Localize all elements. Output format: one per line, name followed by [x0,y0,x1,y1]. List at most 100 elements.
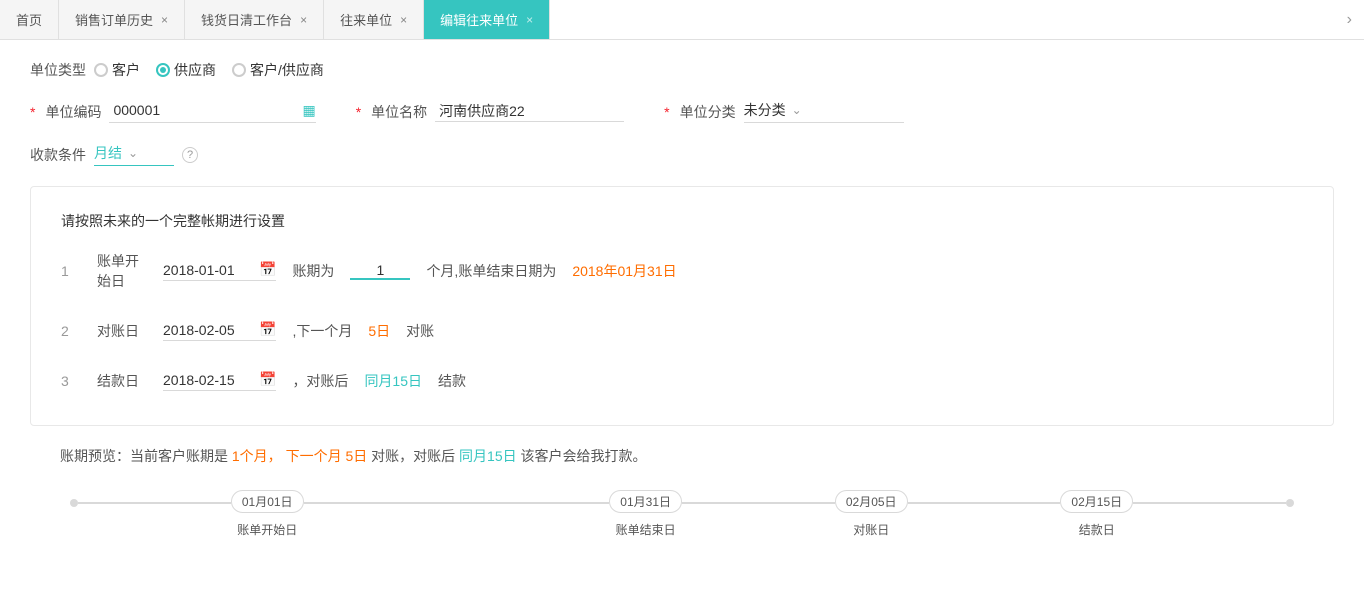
start-dot-circle [70,499,78,507]
timeline-label-3: 对账日 [853,521,889,538]
period-row-2-calendar-icon[interactable]: 📅 [259,321,276,338]
timeline-badge-1: 01月01日 [231,490,304,513]
radio-supplier[interactable]: 供应商 [156,60,216,80]
timeline-container: 01月01日 账单开始日 01月31日 账单结束日 02月05日 对账日 [30,490,1334,538]
period-row-2-date-field[interactable] [163,322,253,338]
page-content: 单位类型 客户 供应商 客户/供应商 * 单位编码 [0,40,1364,608]
timeline-badge-2: 01月31日 [609,490,682,513]
timeline-end-dot [1286,490,1294,507]
timeline-segment-2 [304,490,610,504]
radio-customer-supplier[interactable]: 客户/供应商 [232,60,324,80]
period-row-2-next-label: ,下一个月 [292,321,352,341]
payment-terms-field: 收款条件 月结 ⌄ ? [30,143,198,166]
timeline-line-1 [78,502,231,504]
timeline-label-2: 账单结束日 [616,521,676,538]
period-row-2-label: 对账日 [97,321,147,341]
payment-terms-dropdown-icon: ⌄ [128,146,138,160]
payment-terms-value: 月结 [94,143,122,163]
timeline-segment-3 [682,490,835,504]
unit-category-required: * [664,104,669,120]
tab-home[interactable]: 首页 [0,0,59,39]
period-row-2-suffix: 对账 [406,321,434,341]
unit-code-required: * [30,104,35,120]
tab-partner-unit-label: 往来单位 [340,10,392,29]
unit-name-input[interactable] [435,101,624,122]
unit-code-input[interactable] [109,100,298,120]
radio-supplier-label: 供应商 [174,60,216,80]
timeline-line-4 [908,502,1061,504]
radio-customer-supplier-label: 客户/供应商 [250,60,324,80]
unit-category-value: 未分类 [744,100,786,120]
tab-edit-partner[interactable]: 编辑往来单位 × [424,0,550,39]
unit-category-label: 单位分类 [680,102,736,122]
unit-code-label: 单位编码 [45,102,101,122]
tab-cash-work[interactable]: 钱货日清工作台 × [185,0,324,39]
timeline-badge-4: 02月15日 [1060,490,1133,513]
unit-name-field: * 单位名称 [356,101,624,122]
unit-code-picker-icon[interactable]: ▦ [302,102,315,119]
unit-type-radio-group: 客户 供应商 客户/供应商 [94,60,324,80]
timeline-start-dot [70,490,78,507]
timeline-segment-4 [908,490,1061,504]
tab-sales-history[interactable]: 销售订单历史 × [59,0,185,39]
radio-customer-circle [94,63,108,77]
timeline-label-1: 账单开始日 [237,521,297,538]
preview-section: 账期预览：当前客户账期是 1个月， 下一个月 5日 对账，对账后 同月15日 该… [30,446,1334,538]
tab-partner-unit[interactable]: 往来单位 × [324,0,424,39]
tab-sales-history-label: 销售订单历史 [75,10,153,29]
tab-partner-unit-close[interactable]: × [400,13,407,27]
tabs-bar: 首页 销售订单历史 × 钱货日清工作台 × 往来单位 × 编辑往来单位 × › [0,0,1364,40]
unit-code-field: * 单位编码 ▦ [30,100,316,123]
payment-terms-select[interactable]: 月结 ⌄ [94,143,174,166]
unit-name-label: 单位名称 [371,102,427,122]
tab-edit-partner-label: 编辑往来单位 [440,10,518,29]
period-row-3-day: 同月15日 [364,371,422,391]
unit-type-row: 单位类型 客户 供应商 客户/供应商 [30,60,1334,80]
timeline-line-2 [304,502,610,504]
radio-customer-supplier-circle [232,63,246,77]
timeline-label-4: 结款日 [1079,521,1115,538]
period-row-1-calendar-icon[interactable]: 📅 [259,261,276,278]
timeline-line-5 [1133,502,1286,504]
period-row-1-date-field[interactable] [163,262,253,278]
period-row-1-label: 账单开始日 [97,251,147,291]
period-title: 请按照未来的一个完整帐期进行设置 [61,211,1303,231]
timeline-line-3 [682,502,835,504]
unit-type-field: 单位类型 客户 供应商 客户/供应商 [30,60,324,80]
period-row-3-date-field[interactable] [163,372,253,388]
tab-sales-history-close[interactable]: × [161,13,168,27]
payment-terms-label: 收款条件 [30,145,86,165]
tab-cash-work-label: 钱货日清工作台 [201,10,292,29]
preview-next-day: 5日 [345,448,367,464]
period-row-3-calendar-icon[interactable]: 📅 [259,371,276,388]
timeline-badge-3: 02月05日 [835,490,908,513]
period-months-wrapper [350,262,410,280]
preview-middle: 对账，对账后 [371,448,455,464]
timeline-node-4: 02月15日 结款日 [1060,490,1133,538]
unit-category-select[interactable]: 未分类 ⌄ [744,100,904,123]
tab-more-button[interactable]: › [1335,0,1364,39]
period-row-3-prefix: ，对账后 [292,371,348,391]
period-row-3-num: 3 [61,373,81,389]
tab-cash-work-close[interactable]: × [300,13,307,27]
radio-customer-label: 客户 [112,60,140,80]
tab-edit-partner-close[interactable]: × [526,13,533,27]
period-row-1-num: 1 [61,263,81,279]
help-icon[interactable]: ? [182,147,198,163]
preview-prefix: 账期预览：当前客户账期是 [60,448,228,464]
period-row-1-period-label: 账期为 [292,261,334,281]
preview-text: 账期预览：当前客户账期是 1个月， 下一个月 5日 对账，对账后 同月15日 该… [30,446,1334,466]
preview-months: 1个月， [232,448,282,464]
period-row-1-end-date: 2018年01月31日 [572,261,676,281]
period-row-3-date-input: 📅 [163,371,276,391]
radio-customer[interactable]: 客户 [94,60,140,80]
preview-suffix: 该客户会给我打款。 [521,448,647,464]
period-months-input[interactable] [350,262,410,280]
period-row-2-num: 2 [61,323,81,339]
unit-info-row: * 单位编码 ▦ * 单位名称 * 单位分类 未分类 ⌄ [30,100,1334,123]
timeline-segment-1 [78,490,231,504]
timeline-node-2: 01月31日 账单结束日 [609,490,682,538]
period-row-2-day: 5日 [368,321,390,341]
unit-code-input-wrapper: ▦ [109,100,315,123]
timeline-node-1: 01月01日 账单开始日 [231,490,304,538]
